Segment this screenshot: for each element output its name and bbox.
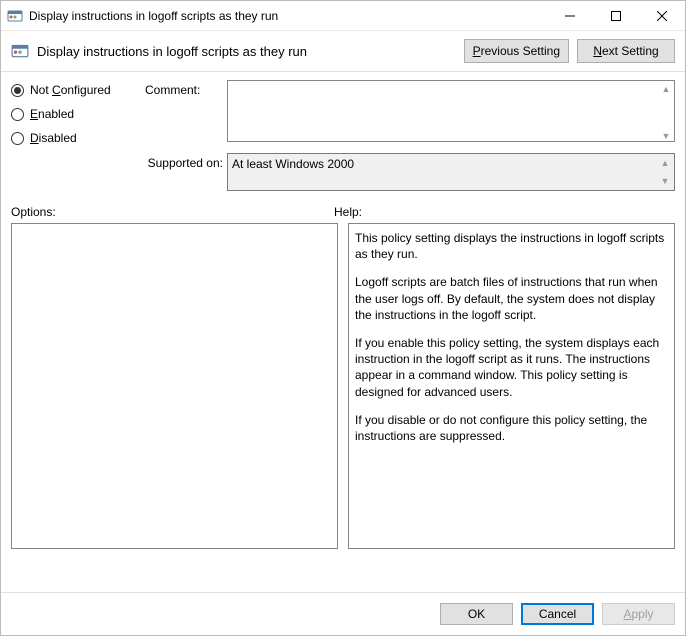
help-text: If you enable this policy setting, the s… [355,335,668,400]
cancel-button[interactable]: Cancel [521,603,594,625]
state-radio-group: Not Configured Enabled Disabled [11,80,141,191]
help-text: This policy setting displays the instruc… [355,230,668,262]
radio-disabled[interactable]: Disabled [11,131,141,145]
header-bar: Display instructions in logoff scripts a… [1,31,685,72]
policy-title: Display instructions in logoff scripts a… [37,44,456,59]
ok-button[interactable]: OK [440,603,513,625]
window-title: Display instructions in logoff scripts a… [29,9,547,23]
maximize-button[interactable] [593,1,639,31]
options-label: Options: [11,205,334,219]
dialog-window: Display instructions in logoff scripts a… [0,0,686,636]
dialog-body: Not Configured Enabled Disabled Comment:… [1,72,685,592]
options-panel [11,223,338,549]
scrollbar[interactable]: ▲▼ [658,81,674,144]
apply-button: Apply [602,603,675,625]
help-text: Logoff scripts are batch files of instru… [355,274,668,323]
comment-textarea[interactable] [227,80,675,142]
scrollbar: ▲▼ [657,155,673,189]
close-button[interactable] [639,1,685,31]
previous-setting-button[interactable]: Previous Setting [464,39,569,63]
dialog-footer: OK Cancel Apply [1,592,685,635]
help-label: Help: [334,205,362,219]
titlebar: Display instructions in logoff scripts a… [1,1,685,31]
comment-label: Comment: [145,80,223,145]
radio-enabled[interactable]: Enabled [11,107,141,121]
supported-on-field: At least Windows 2000 ▲▼ [227,153,675,191]
supported-label: Supported on: [145,153,223,191]
window-controls [547,1,685,31]
policy-icon [11,42,29,60]
minimize-button[interactable] [547,1,593,31]
help-panel: This policy setting displays the instruc… [348,223,675,549]
help-text: If you disable or do not configure this … [355,412,668,444]
policy-icon [7,8,23,24]
radio-not-configured[interactable]: Not Configured [11,83,141,97]
next-setting-button[interactable]: Next Setting [577,39,675,63]
